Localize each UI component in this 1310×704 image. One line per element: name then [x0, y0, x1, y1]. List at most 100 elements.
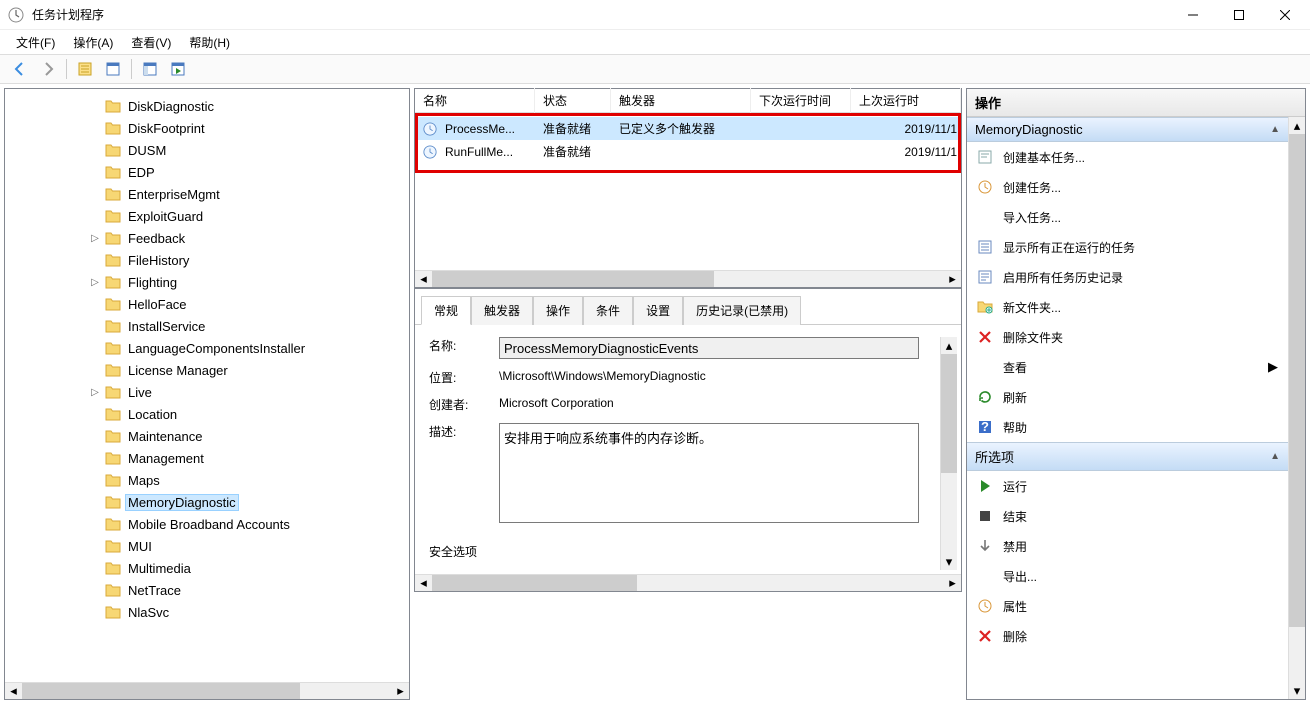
tab-general[interactable]: 常规: [421, 296, 471, 325]
action-group-header[interactable]: 所选项▲: [967, 442, 1288, 471]
menu-action[interactable]: 操作(A): [65, 32, 121, 53]
action-item[interactable]: 刷新: [967, 382, 1288, 412]
v-scrollbar[interactable]: ▴ ▾: [1288, 117, 1305, 699]
scroll-down-button[interactable]: ▾: [1289, 682, 1305, 699]
tree-item[interactable]: Maps: [85, 469, 409, 491]
scroll-up-button[interactable]: ▴: [941, 337, 957, 354]
label-name: 名称:: [429, 337, 499, 359]
col-lastrun[interactable]: 上次运行时: [851, 88, 961, 113]
tree-item-label: EDP: [125, 165, 158, 180]
tree-panel: DiskDiagnosticDiskFootprintDUSM EDP Enterp…: [4, 88, 410, 700]
expand-icon[interactable]: ▷: [89, 233, 101, 244]
scroll-up-button[interactable]: ▴: [1289, 117, 1305, 134]
tree-item[interactable]: NlaSvc: [85, 601, 409, 623]
tab-history[interactable]: 历史记录(已禁用): [683, 296, 801, 325]
tree-item[interactable]: EnterpriseMgmt: [85, 183, 409, 205]
scroll-left-button[interactable]: ◂: [415, 271, 432, 287]
scroll-down-button[interactable]: ▾: [941, 553, 957, 570]
name-field[interactable]: [499, 337, 919, 359]
scroll-left-button[interactable]: ◂: [5, 683, 22, 699]
action-item[interactable]: 创建基本任务...: [967, 142, 1288, 172]
col-status[interactable]: 状态: [535, 88, 611, 113]
action-item[interactable]: 运行: [967, 471, 1288, 501]
scroll-right-button[interactable]: ▸: [944, 271, 961, 287]
expand-icon[interactable]: ▷: [89, 277, 101, 288]
clock-icon: [8, 7, 24, 23]
action-item[interactable]: 启用所有任务历史记录: [967, 262, 1288, 292]
action-item[interactable]: 禁用: [967, 531, 1288, 561]
toolbar-run[interactable]: [166, 57, 190, 81]
menu-file[interactable]: 文件(F): [8, 32, 63, 53]
tree-item[interactable]: LanguageComponentsInstaller: [85, 337, 409, 359]
tree-item[interactable]: MemoryDiagnostic: [85, 491, 409, 513]
tab-settings[interactable]: 设置: [633, 296, 683, 325]
h-scrollbar[interactable]: ◂ ▸: [5, 682, 409, 699]
tab-actions[interactable]: 操作: [533, 296, 583, 325]
scroll-left-button[interactable]: ◂: [415, 575, 432, 591]
toolbar-props[interactable]: [73, 57, 97, 81]
back-button[interactable]: [8, 57, 32, 81]
tree-item[interactable]: EDP: [85, 161, 409, 183]
action-item[interactable]: 属性: [967, 591, 1288, 621]
refresh-icon: [977, 389, 993, 405]
h-scrollbar[interactable]: ◂ ▸: [415, 270, 961, 287]
menu-view[interactable]: 查看(V): [123, 32, 179, 53]
action-item[interactable]: 删除: [967, 621, 1288, 651]
main-area: DiskDiagnosticDiskFootprintDUSM EDP Enterp…: [0, 84, 1310, 704]
menu-help[interactable]: 帮助(H): [181, 32, 238, 53]
tree-item[interactable]: FileHistory: [85, 249, 409, 271]
tree-item[interactable]: ▷Live: [85, 381, 409, 403]
action-item[interactable]: 新文件夹...: [967, 292, 1288, 322]
col-trigger[interactable]: 触发器: [611, 88, 751, 113]
v-scrollbar[interactable]: ▴ ▾: [940, 337, 957, 570]
col-name[interactable]: 名称: [415, 88, 535, 113]
minimize-button[interactable]: [1170, 0, 1216, 30]
action-item[interactable]: ?帮助: [967, 412, 1288, 442]
action-item[interactable]: 导出...: [967, 561, 1288, 591]
tree-item[interactable]: ExploitGuard: [85, 205, 409, 227]
expand-icon[interactable]: ▷: [89, 387, 101, 398]
action-item[interactable]: 删除文件夹: [967, 322, 1288, 352]
svg-text:?: ?: [981, 419, 989, 434]
run-icon: [977, 478, 993, 494]
tab-conditions[interactable]: 条件: [583, 296, 633, 325]
task-basic-icon: [977, 149, 993, 165]
action-item[interactable]: 查看▶: [967, 352, 1288, 382]
tree-item-label: Multimedia: [125, 561, 194, 576]
action-item[interactable]: 显示所有正在运行的任务: [967, 232, 1288, 262]
tree-item[interactable]: MUI: [85, 535, 409, 557]
tree-item[interactable]: Maintenance: [85, 425, 409, 447]
scroll-right-button[interactable]: ▸: [944, 575, 961, 591]
action-group-header[interactable]: MemoryDiagnostic▲: [967, 117, 1288, 142]
tree-item[interactable]: HelloFace: [85, 293, 409, 315]
maximize-button[interactable]: [1216, 0, 1262, 30]
toolbar-pane1[interactable]: [101, 57, 125, 81]
tree-item[interactable]: ▷Flighting: [85, 271, 409, 293]
tree-item[interactable]: Mobile Broadband Accounts: [85, 513, 409, 535]
tree-item[interactable]: InstallService: [85, 315, 409, 337]
tree-item-label: License Manager: [125, 363, 231, 378]
scroll-right-button[interactable]: ▸: [392, 683, 409, 699]
forward-button[interactable]: [36, 57, 60, 81]
tree-item[interactable]: DiskDiagnostic: [85, 95, 409, 117]
h-scrollbar[interactable]: ◂ ▸: [415, 574, 961, 591]
folder-icon: [105, 407, 121, 421]
tree-item[interactable]: DUSM: [85, 139, 409, 161]
tree-item[interactable]: DiskFootprint: [85, 117, 409, 139]
tree-item[interactable]: Management: [85, 447, 409, 469]
tree-item[interactable]: Multimedia: [85, 557, 409, 579]
tree-item[interactable]: Location: [85, 403, 409, 425]
toolbar-pane2[interactable]: [138, 57, 162, 81]
col-nextrun[interactable]: 下次运行时间: [751, 88, 851, 113]
location-value: \Microsoft\Windows\MemoryDiagnostic: [499, 369, 940, 386]
action-item[interactable]: 结束: [967, 501, 1288, 531]
close-button[interactable]: [1262, 0, 1308, 30]
tree-item[interactable]: NetTrace: [85, 579, 409, 601]
action-item[interactable]: 导入任务...: [967, 202, 1288, 232]
action-item[interactable]: 创建任务...: [967, 172, 1288, 202]
tree-item[interactable]: ▷Feedback: [85, 227, 409, 249]
desc-field[interactable]: 安排用于响应系统事件的内存诊断。: [499, 423, 919, 523]
tab-triggers[interactable]: 触发器: [471, 296, 533, 325]
tree-item[interactable]: License Manager: [85, 359, 409, 381]
action-label: 显示所有正在运行的任务: [1003, 239, 1135, 256]
